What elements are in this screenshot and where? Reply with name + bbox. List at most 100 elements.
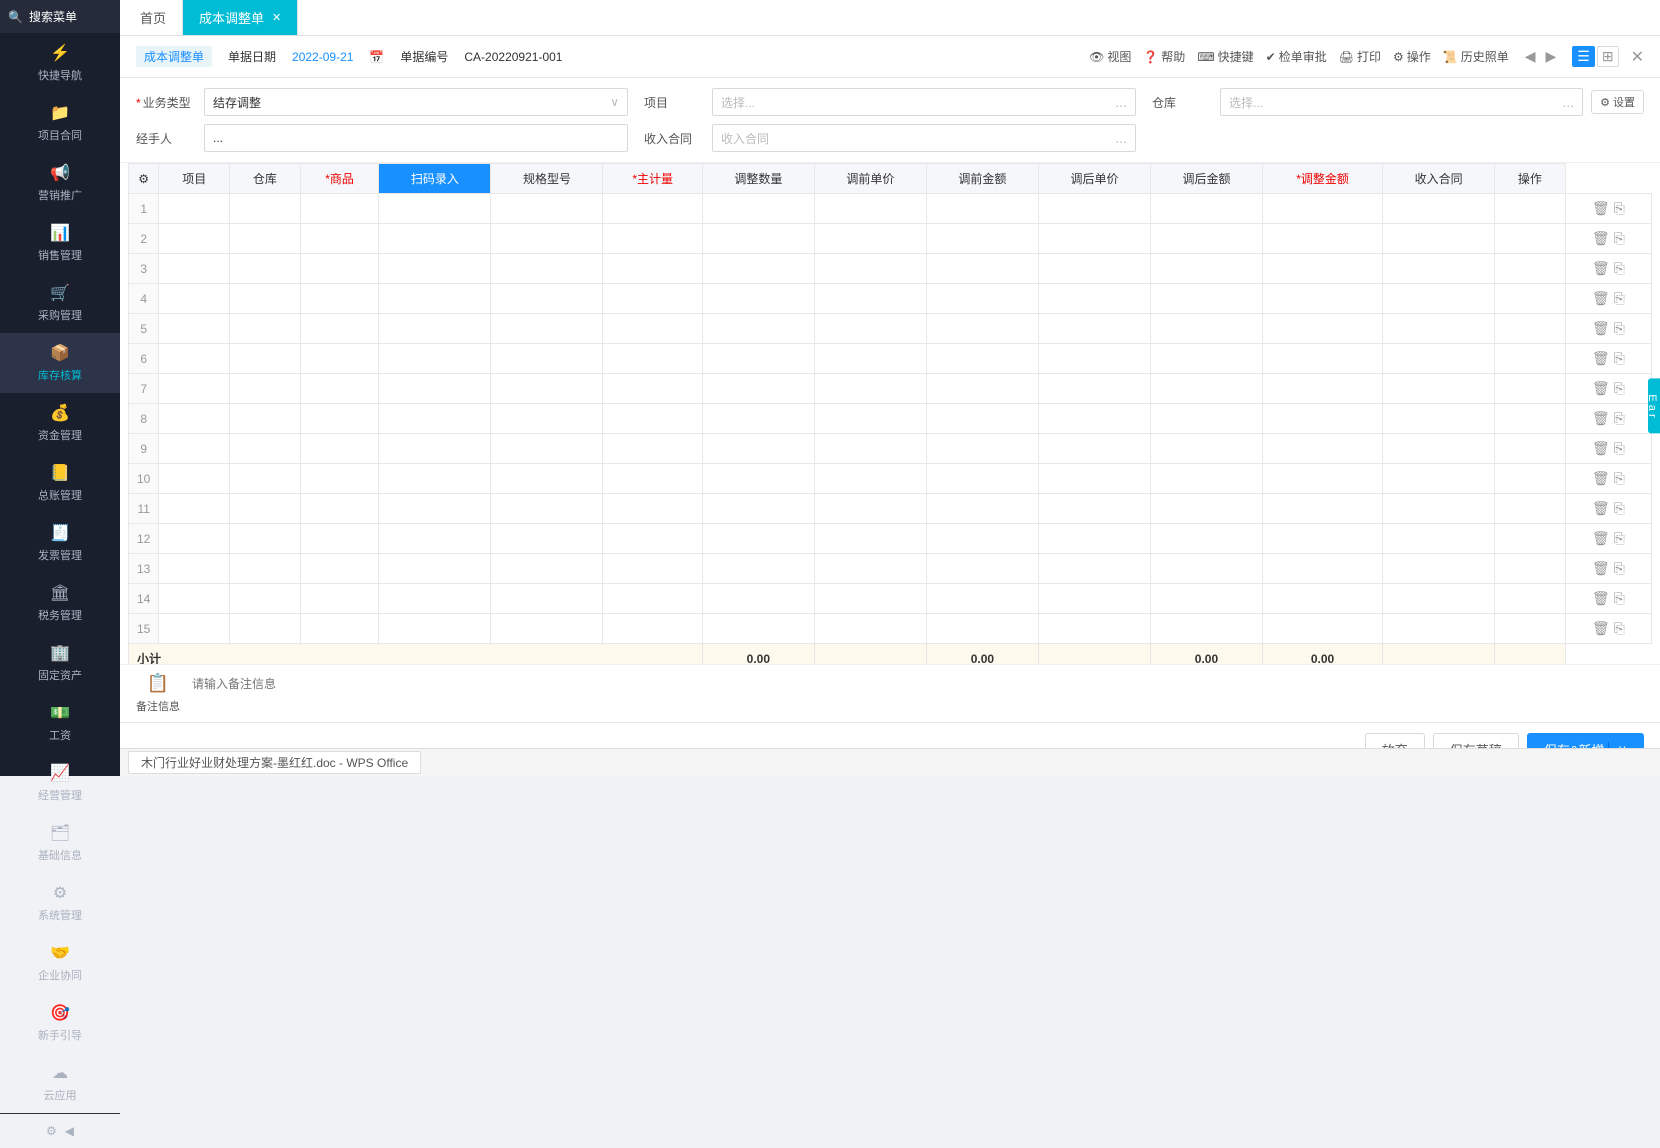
table-cell[interactable]: [1263, 374, 1383, 404]
table-cell[interactable]: [1038, 224, 1150, 254]
delete-row-button[interactable]: 🗑: [1592, 380, 1610, 397]
table-cell[interactable]: [702, 344, 814, 374]
table-cell[interactable]: [1263, 464, 1383, 494]
table-cell[interactable]: [1383, 284, 1495, 314]
table-cell[interactable]: [159, 584, 230, 614]
table-cell[interactable]: [1383, 224, 1495, 254]
table-cell[interactable]: [603, 194, 702, 224]
sidebar-item-enterprise[interactable]: 🤝 企业协同: [0, 933, 120, 993]
table-cell[interactable]: [814, 614, 926, 644]
table-cell[interactable]: [491, 614, 603, 644]
sidebar-item-sales-mgmt[interactable]: 📊 销售管理: [0, 213, 120, 273]
table-cell[interactable]: [300, 614, 379, 644]
sidebar-item-invoice[interactable]: 🧾 发票管理: [0, 513, 120, 573]
table-cell[interactable]: [1383, 374, 1495, 404]
table-cell[interactable]: [814, 464, 926, 494]
table-cell[interactable]: [702, 404, 814, 434]
table-cell[interactable]: [491, 374, 603, 404]
copy-row-button[interactable]: ⎘: [1614, 380, 1625, 397]
table-cell[interactable]: [702, 494, 814, 524]
table-cell[interactable]: [230, 464, 301, 494]
table-cell[interactable]: [814, 524, 926, 554]
table-cell[interactable]: [1383, 194, 1495, 224]
income-contract-input[interactable]: 收入合同 ...: [712, 124, 1136, 152]
table-cell[interactable]: [379, 194, 491, 224]
table-cell[interactable]: [300, 464, 379, 494]
table-cell[interactable]: [814, 344, 926, 374]
table-cell[interactable]: [1150, 404, 1262, 434]
table-cell[interactable]: [1150, 584, 1262, 614]
table-cell[interactable]: [926, 584, 1038, 614]
copy-row-button[interactable]: ⎘: [1614, 560, 1625, 577]
table-cell[interactable]: [926, 524, 1038, 554]
table-cell[interactable]: [300, 374, 379, 404]
table-cell[interactable]: [926, 344, 1038, 374]
copy-row-button[interactable]: ⎘: [1614, 470, 1625, 487]
table-cell[interactable]: [814, 314, 926, 344]
table-cell[interactable]: [1383, 464, 1495, 494]
delete-row-button[interactable]: 🗑: [1592, 410, 1610, 427]
table-cell[interactable]: [159, 524, 230, 554]
table-cell[interactable]: [702, 314, 814, 344]
delete-row-button[interactable]: 🗑: [1592, 230, 1610, 247]
table-cell[interactable]: [603, 584, 702, 614]
sidebar-item-purchase[interactable]: 🛒 采购管理: [0, 273, 120, 333]
note-input[interactable]: [192, 673, 1644, 695]
table-cell[interactable]: [230, 524, 301, 554]
sidebar-item-project[interactable]: 📁 项目合同: [0, 93, 120, 153]
table-cell[interactable]: [1038, 464, 1150, 494]
shortcuts-action[interactable]: ⌨ 快捷键: [1197, 48, 1253, 65]
table-cell[interactable]: [1263, 584, 1383, 614]
table-cell[interactable]: [491, 284, 603, 314]
table-cell[interactable]: [926, 554, 1038, 584]
table-cell[interactable]: [491, 224, 603, 254]
date-value[interactable]: 2022-09-21: [292, 50, 353, 64]
copy-row-button[interactable]: ⎘: [1614, 260, 1625, 277]
table-cell[interactable]: [702, 194, 814, 224]
table-cell[interactable]: [814, 224, 926, 254]
table-cell[interactable]: [1495, 584, 1566, 614]
table-cell[interactable]: [1150, 494, 1262, 524]
table-cell[interactable]: [1495, 194, 1566, 224]
table-cell[interactable]: [1383, 254, 1495, 284]
table-cell[interactable]: [300, 524, 379, 554]
table-cell[interactable]: [491, 404, 603, 434]
table-cell[interactable]: [159, 224, 230, 254]
table-cell[interactable]: [159, 374, 230, 404]
table-cell[interactable]: [1263, 524, 1383, 554]
table-cell[interactable]: [1038, 314, 1150, 344]
table-cell[interactable]: [702, 584, 814, 614]
table-cell[interactable]: [379, 224, 491, 254]
table-cell[interactable]: [603, 374, 702, 404]
history-action[interactable]: 📜 历史照单: [1443, 48, 1509, 65]
sidebar-item-ledger[interactable]: 📒 总账管理: [0, 453, 120, 513]
table-cell[interactable]: [1038, 284, 1150, 314]
table-cell[interactable]: [230, 314, 301, 344]
business-type-select[interactable]: 结存调整 ∨: [204, 88, 628, 116]
table-cell[interactable]: [159, 614, 230, 644]
table-cell[interactable]: [1263, 404, 1383, 434]
table-cell[interactable]: [230, 344, 301, 374]
copy-row-button[interactable]: ⎘: [1614, 200, 1625, 217]
delete-row-button[interactable]: 🗑: [1592, 530, 1610, 547]
sidebar-item-inventory[interactable]: 📦 库存核算: [0, 333, 120, 393]
window-close-button[interactable]: ✕: [1631, 47, 1644, 67]
table-cell[interactable]: [603, 524, 702, 554]
sidebar-item-system[interactable]: ⚙ 系统管理: [0, 873, 120, 933]
tab-cost-adjust[interactable]: 成本调整单 ✕: [183, 0, 298, 35]
view-action[interactable]: 👁 视图: [1089, 48, 1131, 65]
table-cell[interactable]: [491, 584, 603, 614]
delete-row-button[interactable]: 🗑: [1592, 290, 1610, 307]
col-scan[interactable]: 扫码录入: [379, 164, 491, 194]
table-cell[interactable]: [1038, 344, 1150, 374]
delete-row-button[interactable]: 🗑: [1592, 440, 1610, 457]
table-cell[interactable]: [230, 614, 301, 644]
delete-row-button[interactable]: 🗑: [1592, 500, 1610, 517]
print-action[interactable]: 🖨 打印: [1339, 48, 1381, 65]
table-cell[interactable]: [159, 284, 230, 314]
table-cell[interactable]: [603, 614, 702, 644]
table-cell[interactable]: [702, 374, 814, 404]
table-cell[interactable]: [1038, 434, 1150, 464]
table-cell[interactable]: [603, 284, 702, 314]
table-cell[interactable]: [926, 194, 1038, 224]
